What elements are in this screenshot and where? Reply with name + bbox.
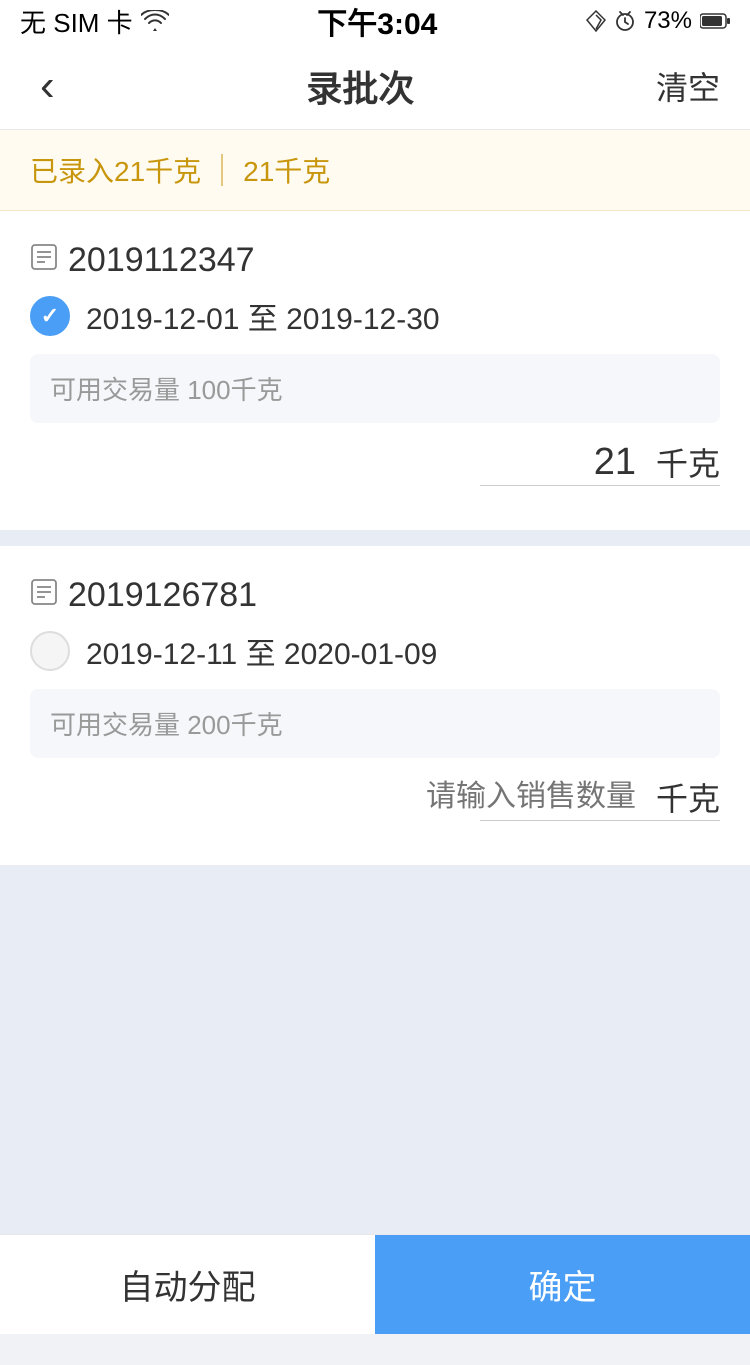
- status-left: 无 SIM 卡: [20, 3, 169, 40]
- batch1-amount-number: 21: [594, 441, 636, 484]
- auto-distribute-button[interactable]: 自动分配: [0, 1235, 375, 1334]
- location-icon: [586, 10, 606, 32]
- batch1-amount-unit: 千克: [656, 439, 720, 485]
- batch2-card: 2019126781 2019-12-11 至 2020-01-09 可用交易量…: [0, 546, 750, 865]
- batch1-card: 2019112347 2019-12-01 至 2019-12-30 可用交易量…: [0, 211, 750, 530]
- batch1-id-icon: [30, 242, 58, 279]
- batch1-date: 2019-12-01 至 2019-12-30: [86, 294, 440, 338]
- back-button[interactable]: ‹: [30, 51, 65, 121]
- page-title: 录批次: [306, 60, 414, 112]
- batch2-header: 2019126781: [30, 576, 720, 615]
- auto-distribute-label: 自动分配: [120, 1260, 256, 1309]
- status-time: 下午3:04: [317, 0, 437, 43]
- confirm-button[interactable]: 确定: [375, 1235, 750, 1334]
- bottom-bar: 自动分配 确定: [0, 1234, 750, 1334]
- batch2-details: 2019126781 2019-12-11 至 2020-01-09 可用交易量…: [0, 546, 750, 758]
- batch1-underline: [480, 485, 720, 486]
- batch1-date-row[interactable]: 2019-12-01 至 2019-12-30: [30, 294, 720, 338]
- batch1-amount-row: 21 千克: [30, 439, 720, 485]
- batch2-date: 2019-12-11 至 2020-01-09: [86, 629, 437, 673]
- clear-button[interactable]: 清空: [656, 63, 720, 109]
- nav-bar: ‹ 录批次 清空: [0, 42, 750, 130]
- batch2-input-row: 千克: [30, 774, 720, 820]
- no-sim-text: 无 SIM 卡: [20, 3, 133, 40]
- batch2-qty-input[interactable]: [336, 780, 636, 814]
- batch2-id: 2019126781: [68, 576, 257, 615]
- batch2-date-row[interactable]: 2019-12-11 至 2020-01-09: [30, 629, 720, 673]
- alarm-icon: [614, 10, 636, 32]
- batch2-amount-wrapper: 千克: [0, 758, 750, 845]
- batch2-available: 可用交易量 200千克: [30, 689, 720, 758]
- status-right: 73%: [586, 7, 730, 35]
- batch1-id: 2019112347: [68, 241, 255, 280]
- batch1-details: 2019112347 2019-12-01 至 2019-12-30 可用交易量…: [0, 211, 750, 423]
- batch1-amount-wrapper: 21 千克: [0, 423, 750, 510]
- summary-banner: 已录入21千克 21千克: [0, 130, 750, 211]
- batch2-unit: 千克: [656, 774, 720, 820]
- batch2-underline: [480, 820, 720, 821]
- batch2-radio[interactable]: [30, 631, 70, 671]
- battery-percent: 73%: [644, 7, 692, 35]
- summary-label: 已录入21千克: [30, 150, 201, 190]
- confirm-label: 确定: [529, 1260, 597, 1309]
- batch1-available: 可用交易量 100千克: [30, 354, 720, 423]
- batch1-header: 2019112347: [30, 241, 720, 280]
- battery-icon: [700, 13, 730, 29]
- summary-divider: [221, 154, 223, 186]
- section-divider: [0, 530, 750, 546]
- status-bar: 无 SIM 卡 下午3:04 73%: [0, 0, 750, 42]
- wifi-icon: [141, 10, 169, 32]
- batch2-id-icon: [30, 577, 58, 614]
- summary-value: 21千克: [243, 150, 330, 190]
- empty-area: [0, 865, 750, 1265]
- batch1-radio[interactable]: [30, 296, 70, 336]
